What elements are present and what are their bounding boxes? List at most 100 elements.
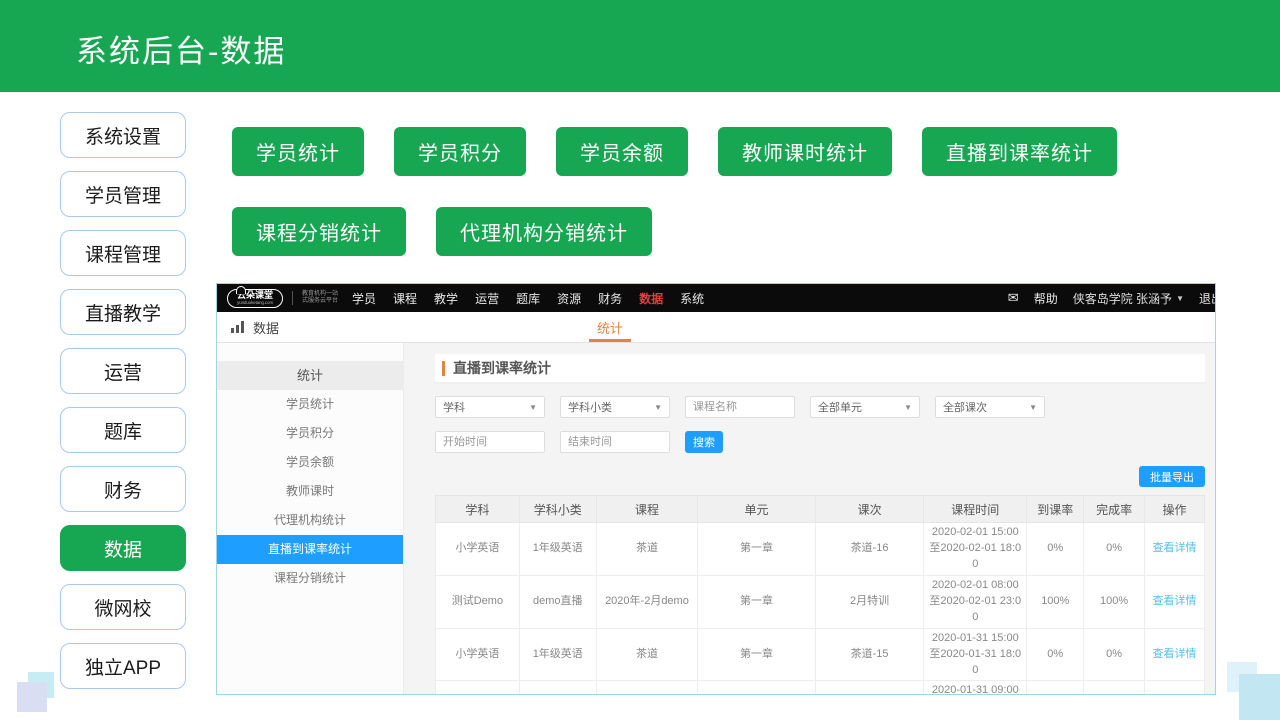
page-header: 系统后台-数据 bbox=[0, 0, 1280, 92]
cell-course-time: 2020-02-01 15:00至2020-02-01 18:00 bbox=[924, 523, 1027, 576]
cell-subject-sub: 1年级英语 bbox=[519, 628, 596, 681]
sidenav-item-teacher-hours[interactable]: 教师课时 bbox=[217, 477, 403, 506]
sidenav-item-student-balance[interactable]: 学员余额 bbox=[217, 448, 403, 477]
lesson-select[interactable]: 全部课次 ▼ bbox=[935, 396, 1045, 418]
sidebar-item-operations[interactable]: 运营 bbox=[60, 348, 186, 394]
cell-lesson: 寒假辅导-5 bbox=[815, 681, 923, 695]
quick-button-student-balance[interactable]: 学员余额 bbox=[556, 127, 688, 176]
nav-item-students[interactable]: 学员 bbox=[352, 290, 376, 307]
sidenav-item-agency-stats[interactable]: 代理机构统计 bbox=[217, 506, 403, 535]
cell-completion-rate: 0% bbox=[1084, 523, 1145, 576]
nav-item-question-bank[interactable]: 题库 bbox=[516, 290, 540, 307]
admin-nav-right: ✉ 帮助 侠客岛学院 张涵予 ▼ 退出 bbox=[1008, 290, 1216, 307]
admin-subheader: 数据 统计 bbox=[217, 312, 1215, 343]
subject-select-value: 学科 bbox=[443, 399, 465, 415]
nav-item-teaching[interactable]: 教学 bbox=[434, 290, 458, 307]
chevron-down-icon: ▼ bbox=[654, 403, 662, 412]
bar-chart-icon bbox=[231, 321, 246, 333]
cell-attendance-rate: 0% bbox=[1027, 523, 1084, 576]
section-title: 数据 bbox=[253, 318, 279, 337]
content-title-bar: 直播到课率统计 bbox=[435, 354, 1205, 384]
chevron-down-icon: ▼ bbox=[1029, 403, 1037, 412]
logo-subtitle: yunduoketang.com bbox=[237, 300, 273, 305]
sidebar-item-course-management[interactable]: 课程管理 bbox=[60, 230, 186, 276]
view-details-link[interactable]: 查看详情 bbox=[1144, 523, 1204, 576]
cell-unit: 第一章 bbox=[698, 681, 816, 695]
cloud-logo-icon: 云朵课堂 yunduoketang.com bbox=[227, 289, 283, 308]
table-header-row: 学科 学科小类 课程 单元 课次 课程时间 到课率 完成率 操作 bbox=[436, 496, 1205, 523]
chevron-down-icon: ▼ bbox=[1176, 294, 1184, 303]
table-row: 测试Demo demo直播 2020年-2月demo 第一章 2月特训 2020… bbox=[436, 575, 1205, 628]
admin-sidenav: 统计 学员统计 学员积分 学员余额 教师课时 代理机构统计 直播到课率统计 课程… bbox=[217, 343, 404, 695]
view-details-link[interactable]: 查看详情 bbox=[1144, 681, 1204, 695]
col-header-subject: 学科 bbox=[436, 496, 520, 523]
subject-subcategory-select[interactable]: 学科小类 ▼ bbox=[560, 396, 670, 418]
end-time-input[interactable] bbox=[560, 431, 670, 453]
sidebar-item-standalone-app[interactable]: 独立APP bbox=[60, 643, 186, 689]
col-header-course: 课程 bbox=[596, 496, 698, 523]
start-time-input[interactable] bbox=[435, 431, 545, 453]
nav-item-courses[interactable]: 课程 bbox=[393, 290, 417, 307]
search-button[interactable]: 搜索 bbox=[685, 431, 723, 453]
sidenav-item-student-points[interactable]: 学员积分 bbox=[217, 419, 403, 448]
cell-unit: 第一章 bbox=[698, 628, 816, 681]
admin-nav-items: 学员 课程 教学 运营 题库 资源 财务 数据 系统 bbox=[352, 290, 704, 307]
nav-item-system[interactable]: 系统 bbox=[680, 290, 704, 307]
nav-item-data-active[interactable]: 数据 bbox=[639, 290, 663, 307]
unit-select[interactable]: 全部单元 ▼ bbox=[810, 396, 920, 418]
sidenav-item-course-distribution-stats[interactable]: 课程分销统计 bbox=[217, 564, 403, 593]
logo-tagline-line2: 式服务云平台 bbox=[302, 298, 338, 304]
sidebar-item-system-settings[interactable]: 系统设置 bbox=[60, 112, 186, 158]
sidenav-item-student-stats[interactable]: 学员统计 bbox=[217, 390, 403, 419]
section-label: 数据 bbox=[231, 318, 279, 337]
sidebar-item-micro-school[interactable]: 微网校 bbox=[60, 584, 186, 630]
quick-buttons-row-2: 课程分销统计 代理机构分销统计 bbox=[232, 207, 1117, 256]
sidebar-item-label: 课程管理 bbox=[85, 240, 161, 267]
content-title: 直播到课率统计 bbox=[453, 358, 551, 378]
logout-link[interactable]: 退出 bbox=[1199, 290, 1216, 307]
filter-row-1: 学科 ▼ 学科小类 ▼ 全部单元 ▼ 全部课次 bbox=[435, 396, 1205, 418]
col-header-completion-rate: 完成率 bbox=[1084, 496, 1145, 523]
quick-button-student-points[interactable]: 学员积分 bbox=[394, 127, 526, 176]
quick-button-live-attendance-stats[interactable]: 直播到课率统计 bbox=[922, 127, 1117, 176]
tab-statistics[interactable]: 统计 bbox=[597, 312, 623, 342]
sidenav-item-live-attendance-stats[interactable]: 直播到课率统计 bbox=[217, 535, 403, 564]
user-menu[interactable]: 侠客岛学院 张涵予 ▼ bbox=[1073, 290, 1184, 307]
sidebar-item-label: 题库 bbox=[104, 417, 142, 444]
decor-square-bottom-right-blue bbox=[1239, 674, 1280, 720]
help-link[interactable]: 帮助 bbox=[1034, 290, 1058, 307]
attendance-table: 学科 学科小类 课程 单元 课次 课程时间 到课率 完成率 操作 bbox=[435, 495, 1205, 695]
mail-icon[interactable]: ✉ bbox=[1008, 290, 1019, 306]
quick-buttons: 学员统计 学员积分 学员余额 教师课时统计 直播到课率统计 课程分销统计 代理机… bbox=[232, 127, 1117, 287]
cell-completion-rate: 0% bbox=[1084, 628, 1145, 681]
view-details-link[interactable]: 查看详情 bbox=[1144, 628, 1204, 681]
cell-completion-rate: 100% bbox=[1084, 575, 1145, 628]
decor-square-bottom-left-purple bbox=[17, 682, 47, 712]
sidebar-item-data[interactable]: 数据 bbox=[60, 525, 186, 571]
nav-item-resources[interactable]: 资源 bbox=[557, 290, 581, 307]
cell-attendance-rate: 100% bbox=[1027, 575, 1084, 628]
quick-button-agency-distribution-stats[interactable]: 代理机构分销统计 bbox=[436, 207, 652, 256]
nav-item-operations[interactable]: 运营 bbox=[475, 290, 499, 307]
quick-button-course-distribution-stats[interactable]: 课程分销统计 bbox=[232, 207, 406, 256]
user-name: 侠客岛学院 张涵予 bbox=[1073, 290, 1172, 307]
nav-item-finance[interactable]: 财务 bbox=[598, 290, 622, 307]
quick-button-student-stats[interactable]: 学员统计 bbox=[232, 127, 364, 176]
logo-divider bbox=[292, 291, 293, 305]
col-header-subject-sub: 学科小类 bbox=[519, 496, 596, 523]
col-header-attendance-rate: 到课率 bbox=[1027, 496, 1084, 523]
sidebar-item-label: 学员管理 bbox=[85, 181, 161, 208]
sidebar-item-finance[interactable]: 财务 bbox=[60, 466, 186, 512]
subject-select[interactable]: 学科 ▼ bbox=[435, 396, 545, 418]
lesson-select-value: 全部课次 bbox=[943, 399, 987, 415]
quick-button-teacher-hours-stats[interactable]: 教师课时统计 bbox=[718, 127, 892, 176]
sidebar-item-label: 数据 bbox=[104, 535, 142, 562]
sidebar-item-student-management[interactable]: 学员管理 bbox=[60, 171, 186, 217]
title-accent-bar bbox=[442, 361, 445, 376]
admin-content: 直播到课率统计 学科 ▼ 学科小类 ▼ 全部 bbox=[404, 343, 1215, 695]
sidebar-item-question-bank[interactable]: 题库 bbox=[60, 407, 186, 453]
batch-export-button[interactable]: 批量导出 bbox=[1139, 466, 1205, 487]
sidebar-item-live-teaching[interactable]: 直播教学 bbox=[60, 289, 186, 335]
course-name-input[interactable] bbox=[685, 396, 795, 418]
view-details-link[interactable]: 查看详情 bbox=[1144, 575, 1204, 628]
